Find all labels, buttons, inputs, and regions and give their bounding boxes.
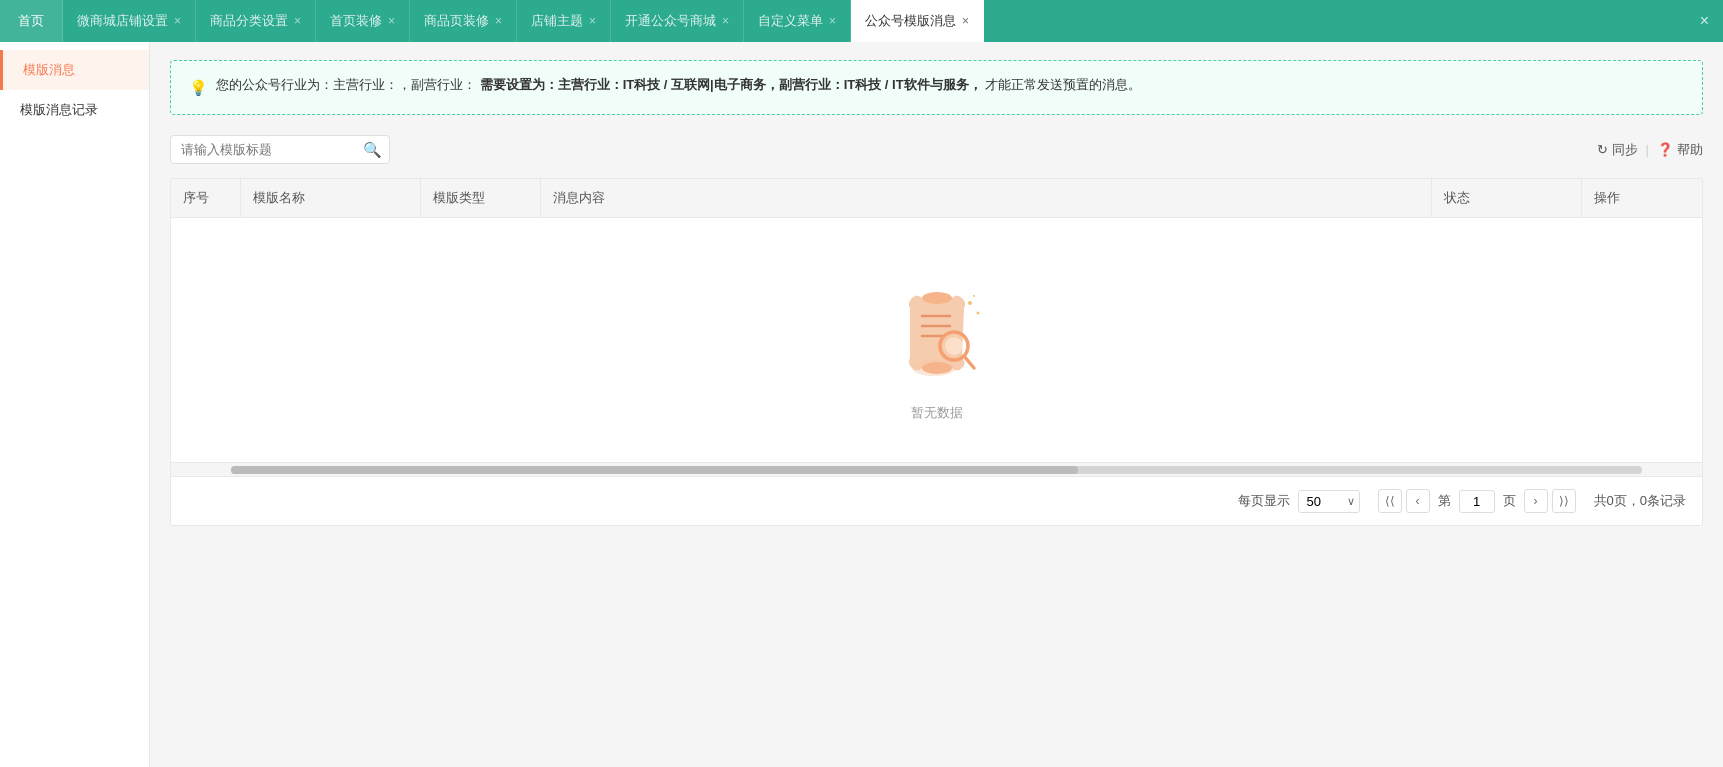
total-text: 共0页，0条记录 — [1594, 492, 1686, 510]
sidebar-item-template-message-log[interactable]: 模版消息记录 — [0, 90, 149, 130]
sidebar-item-template-message-log-label: 模版消息记录 — [20, 102, 98, 117]
tab-category-settings[interactable]: 商品分类设置 × — [196, 0, 316, 42]
tab-product-decoration[interactable]: 商品页装修 × — [410, 0, 517, 42]
page-label: 第 — [1438, 492, 1451, 510]
search-actions: ↻ 同步 | ❓ 帮助 — [1597, 141, 1703, 159]
toolbar-divider: | — [1646, 142, 1649, 157]
svg-point-11 — [973, 295, 975, 297]
notice-suffix: 才能正常发送预置的消息。 — [985, 77, 1141, 92]
help-label: 帮助 — [1677, 141, 1703, 159]
notice-content: 您的公众号行业为：主营行业：，副营行业： 需要设置为：主营行业：IT科技 / 互… — [216, 75, 1141, 96]
tab-custom-menu[interactable]: 自定义菜单 × — [744, 0, 851, 42]
scroll-thumb[interactable] — [231, 466, 1078, 474]
page-number-input[interactable] — [1459, 490, 1495, 513]
tab-shop-settings[interactable]: 微商城店铺设置 × — [63, 0, 196, 42]
search-input[interactable] — [170, 135, 390, 164]
sidebar: 模版消息 模版消息记录 — [0, 42, 150, 767]
notice-box: 💡 您的公众号行业为：主营行业：，副营行业： 需要设置为：主营行业：IT科技 /… — [170, 60, 1703, 115]
next-page-button[interactable]: › — [1524, 489, 1548, 513]
table-wrap: 序号 模版名称 模版类型 消息内容 状态 操作 — [170, 178, 1703, 526]
notice-highlight: 需要设置为：主营行业：IT科技 / 互联网|电子商务，副营行业：IT科技 / I… — [480, 77, 982, 92]
svg-point-10 — [976, 312, 979, 315]
tab-product-decoration-label: 商品页装修 — [424, 12, 489, 30]
notice-prefix: 您的公众号行业为：主营行业：，副营行业： — [216, 77, 476, 92]
tab-category-settings-close[interactable]: × — [294, 14, 301, 28]
first-page-button[interactable]: ⟨⟨ — [1378, 489, 1402, 513]
sync-icon: ↻ — [1597, 142, 1608, 157]
empty-state: 暂无数据 — [171, 218, 1702, 462]
tab-open-wechat-mall-label: 开通公众号商城 — [625, 12, 716, 30]
global-close-button[interactable]: × — [1686, 12, 1723, 30]
horizontal-scrollbar[interactable] — [171, 462, 1702, 476]
tab-store-theme[interactable]: 店铺主题 × — [517, 0, 611, 42]
empty-text: 暂无数据 — [911, 404, 963, 422]
tab-home-decoration[interactable]: 首页装修 × — [316, 0, 410, 42]
th-status: 状态 — [1432, 179, 1582, 217]
svg-point-2 — [922, 362, 952, 374]
main-layout: 模版消息 模版消息记录 💡 您的公众号行业为：主营行业：，副营行业： 需要设置为… — [0, 42, 1723, 767]
tab-open-wechat-mall[interactable]: 开通公众号商城 × — [611, 0, 744, 42]
th-type: 模版类型 — [421, 179, 541, 217]
tab-bar: 首页 微商城店铺设置 × 商品分类设置 × 首页装修 × 商品页装修 × 店铺主… — [0, 0, 1723, 42]
table-header: 序号 模版名称 模版类型 消息内容 状态 操作 — [171, 179, 1702, 218]
tab-store-theme-close[interactable]: × — [589, 14, 596, 28]
tab-home-decoration-close[interactable]: × — [388, 14, 395, 28]
empty-illustration — [882, 278, 992, 388]
tab-category-settings-label: 商品分类设置 — [210, 12, 288, 30]
per-page-select-wrap: 10 20 50 100 ∨ — [1298, 490, 1360, 513]
tab-shop-settings-label: 微商城店铺设置 — [77, 12, 168, 30]
tab-home-label: 首页 — [18, 12, 44, 30]
sync-button[interactable]: ↻ 同步 — [1597, 141, 1638, 159]
svg-point-7 — [945, 337, 963, 355]
th-action: 操作 — [1582, 179, 1702, 217]
prev-page-button[interactable]: ‹ — [1406, 489, 1430, 513]
help-icon: ❓ — [1657, 142, 1673, 157]
th-index: 序号 — [171, 179, 241, 217]
tab-template-message[interactable]: 公众号模版消息 × — [851, 0, 984, 42]
per-page-label: 每页显示 — [1238, 492, 1290, 510]
th-name: 模版名称 — [241, 179, 421, 217]
svg-line-8 — [964, 356, 974, 368]
help-button[interactable]: ❓ 帮助 — [1657, 141, 1703, 159]
tab-shop-settings-close[interactable]: × — [174, 14, 181, 28]
tab-product-decoration-close[interactable]: × — [495, 14, 502, 28]
content-area: 💡 您的公众号行业为：主营行业：，副营行业： 需要设置为：主营行业：IT科技 /… — [150, 42, 1723, 767]
scroll-track — [231, 466, 1642, 474]
sidebar-item-template-message[interactable]: 模版消息 — [0, 50, 149, 90]
tab-custom-menu-close[interactable]: × — [829, 14, 836, 28]
page-suffix: 页 — [1503, 492, 1516, 510]
tab-custom-menu-label: 自定义菜单 — [758, 12, 823, 30]
th-content: 消息内容 — [541, 179, 1432, 217]
bulb-icon: 💡 — [189, 76, 208, 100]
tab-store-theme-label: 店铺主题 — [531, 12, 583, 30]
per-page-select[interactable]: 10 20 50 100 — [1298, 490, 1360, 513]
search-icon[interactable]: 🔍 — [363, 141, 382, 159]
svg-point-9 — [968, 301, 972, 305]
svg-point-1 — [922, 292, 952, 304]
tab-template-message-label: 公众号模版消息 — [865, 12, 956, 30]
tab-template-message-close[interactable]: × — [962, 14, 969, 28]
last-page-button[interactable]: ⟩⟩ — [1552, 489, 1576, 513]
sync-label: 同步 — [1612, 141, 1638, 159]
tab-open-wechat-mall-close[interactable]: × — [722, 14, 729, 28]
search-input-wrap: 🔍 — [170, 135, 390, 164]
search-bar: 🔍 ↻ 同步 | ❓ 帮助 — [170, 135, 1703, 164]
pagination: 每页显示 10 20 50 100 ∨ ⟨⟨ ‹ 第 页 › — [171, 476, 1702, 525]
sidebar-item-template-message-label: 模版消息 — [23, 62, 75, 77]
tab-home[interactable]: 首页 — [0, 0, 63, 42]
tab-home-decoration-label: 首页装修 — [330, 12, 382, 30]
page-navigation: ⟨⟨ ‹ 第 页 › ⟩⟩ — [1378, 489, 1576, 513]
